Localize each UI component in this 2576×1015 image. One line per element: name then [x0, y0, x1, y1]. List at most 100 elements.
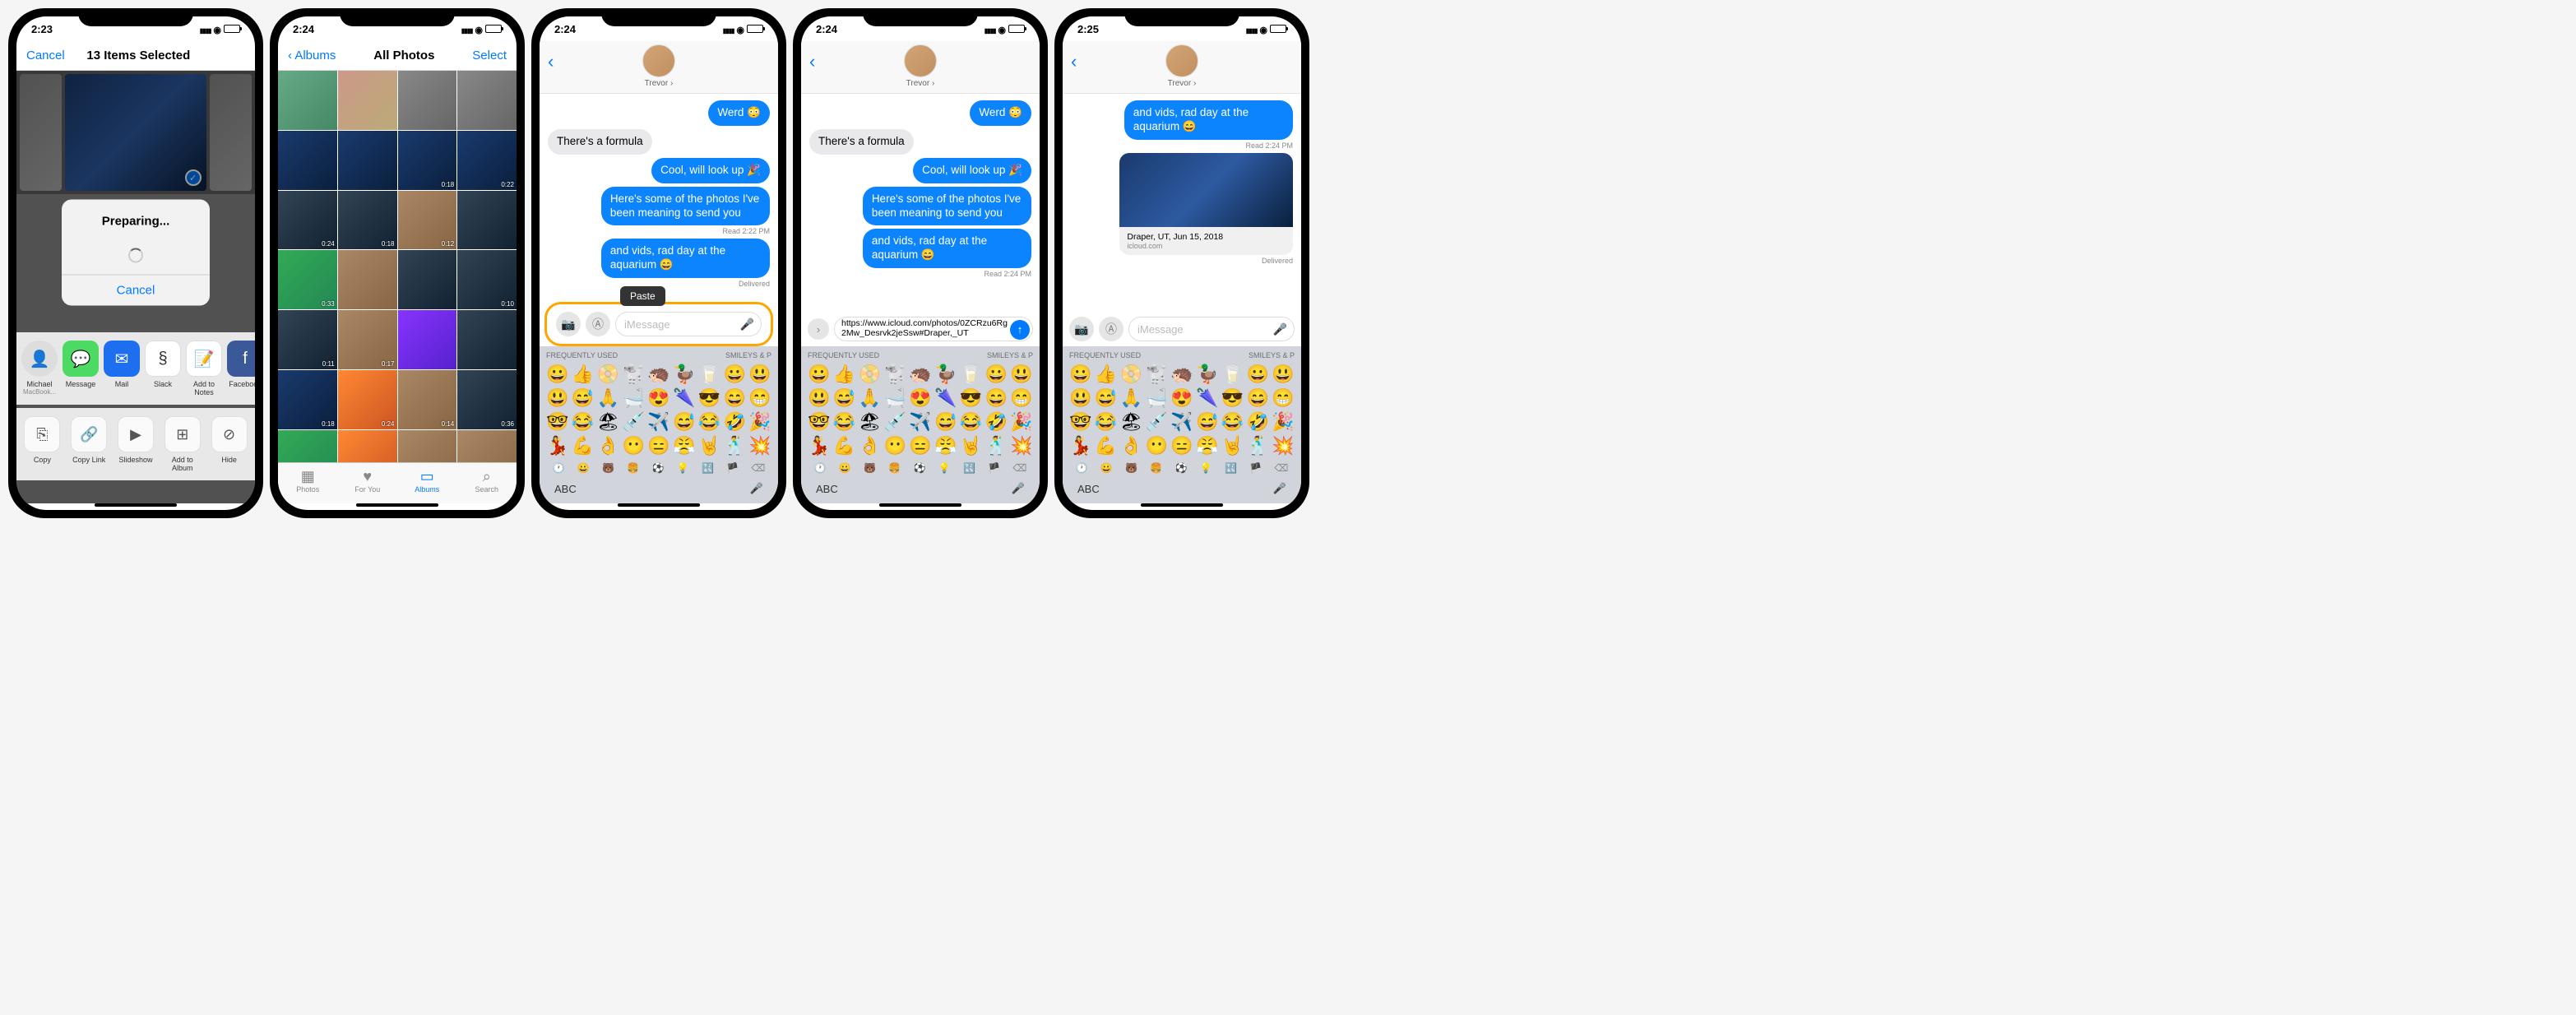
modal-cancel-button[interactable]: Cancel — [62, 274, 210, 305]
tab-foryou[interactable]: ♥For You — [338, 463, 398, 503]
abc-button[interactable]: ABC — [816, 483, 838, 495]
home-indicator[interactable] — [1141, 503, 1223, 507]
emoji-key[interactable]: 😂 — [698, 411, 721, 433]
emoji-key[interactable]: 🙏 — [1120, 387, 1143, 409]
emoji-key[interactable]: 😅 — [833, 387, 856, 409]
photo-cell[interactable] — [278, 430, 337, 463]
emoji-key[interactable]: 🦔 — [1170, 364, 1193, 385]
abc-button[interactable]: ABC — [1077, 483, 1100, 495]
mic-icon[interactable]: 🎤 — [1273, 322, 1287, 336]
emoji-key[interactable]: 💉 — [883, 411, 906, 433]
emoji-key[interactable]: 🙏 — [597, 387, 620, 409]
action-copy[interactable]: ⎘Copy — [21, 416, 63, 472]
emoji-key[interactable]: 😍 — [647, 387, 670, 409]
photo-cell[interactable]: 0:22 — [457, 131, 517, 190]
home-indicator[interactable] — [618, 503, 700, 507]
contact-avatar[interactable] — [642, 44, 675, 77]
photo-cell[interactable] — [398, 430, 457, 463]
emoji-key[interactable]: 😂 — [1221, 411, 1244, 433]
emoji-key[interactable]: 🕺 — [1246, 435, 1269, 457]
emoji-key[interactable]: 😁 — [1010, 387, 1033, 409]
emoji-key[interactable]: 😅 — [673, 411, 696, 433]
conversation[interactable]: Werd 😳 There's a formula Cool, will look… — [801, 94, 1040, 312]
emoji-categories[interactable]: 🕐😀🐻🍔⚽💡🔣🏴⌫ — [808, 459, 1033, 477]
emoji-key[interactable]: 😅 — [572, 387, 595, 409]
emoji-key[interactable]: 💪 — [833, 435, 856, 457]
photo-cell[interactable]: 0:11 — [278, 310, 337, 369]
photo-cell[interactable]: 0:17 — [338, 310, 397, 369]
home-indicator[interactable] — [879, 503, 961, 507]
emoji-key[interactable]: 😑 — [1170, 435, 1193, 457]
contact-avatar[interactable] — [904, 44, 937, 77]
emoji-key[interactable]: 📀 — [859, 364, 882, 385]
emoji-key[interactable]: 👌 — [597, 435, 620, 457]
emoji-key[interactable]: 😤 — [934, 435, 957, 457]
emoji-key[interactable]: 💥 — [748, 435, 771, 457]
emoji-key[interactable]: 😑 — [647, 435, 670, 457]
emoji-key[interactable]: 💥 — [1272, 435, 1295, 457]
share-facebook[interactable]: fFacebook — [227, 341, 255, 396]
contact-name[interactable]: Trevor › — [1063, 79, 1301, 88]
emoji-key[interactable]: 🦔 — [909, 364, 932, 385]
cancel-button[interactable]: Cancel — [26, 49, 65, 63]
mic-icon[interactable]: 🎤 — [740, 317, 754, 331]
emoji-key[interactable]: 💪 — [572, 435, 595, 457]
emoji-key[interactable]: 🐩 — [1145, 364, 1168, 385]
emoji-key[interactable]: 🤘 — [960, 435, 983, 457]
photo-cell[interactable] — [457, 310, 517, 369]
emoji-key[interactable]: 🥛 — [1221, 364, 1244, 385]
emoji-key[interactable]: 😀 — [546, 364, 569, 385]
expand-button[interactable]: › — [808, 318, 829, 340]
emoji-key[interactable]: ✈️ — [647, 411, 670, 433]
emoji-key[interactable]: 😎 — [1221, 387, 1244, 409]
emoji-key[interactable]: 😀 — [808, 364, 831, 385]
emoji-key[interactable]: 🦆 — [1196, 364, 1219, 385]
emoji-key[interactable]: 👍 — [1095, 364, 1118, 385]
photo-cell[interactable]: 0:24 — [278, 191, 337, 250]
emoji-key[interactable]: 😂 — [960, 411, 983, 433]
tab-search[interactable]: ⌕Search — [457, 463, 517, 503]
photo-cell[interactable]: 0:10 — [457, 250, 517, 309]
emoji-key[interactable]: 😃 — [1272, 364, 1295, 385]
emoji-key[interactable]: 🥛 — [698, 364, 721, 385]
emoji-key[interactable]: 🌂 — [1196, 387, 1219, 409]
emoji-key[interactable]: 🏖 — [859, 411, 882, 433]
emoji-key[interactable]: 💃 — [808, 435, 831, 457]
emoji-key[interactable]: 😃 — [546, 387, 569, 409]
emoji-key[interactable]: 🙏 — [859, 387, 882, 409]
emoji-key[interactable]: 😎 — [698, 387, 721, 409]
contact-name[interactable]: Trevor › — [540, 79, 778, 88]
dictate-button[interactable]: 🎤 — [750, 482, 763, 495]
emoji-key[interactable]: 😶 — [622, 435, 645, 457]
emoji-key[interactable]: 🤘 — [698, 435, 721, 457]
tab-albums[interactable]: ▭Albums — [397, 463, 457, 503]
emoji-key[interactable]: 😶 — [1145, 435, 1168, 457]
emoji-key[interactable]: 😃 — [748, 364, 771, 385]
emoji-key[interactable]: 💉 — [622, 411, 645, 433]
emoji-key[interactable]: 😁 — [748, 387, 771, 409]
camera-button[interactable]: 📷 — [556, 312, 581, 336]
emoji-key[interactable]: 👍 — [833, 364, 856, 385]
emoji-key[interactable]: 😎 — [960, 387, 983, 409]
message-input[interactable]: iMessage 🎤 — [1128, 317, 1295, 341]
emoji-key[interactable]: 😶 — [883, 435, 906, 457]
emoji-key[interactable]: 😂 — [833, 411, 856, 433]
emoji-key[interactable]: 🐩 — [622, 364, 645, 385]
emoji-key[interactable]: 😍 — [909, 387, 932, 409]
emoji-key[interactable]: 🏖 — [597, 411, 620, 433]
emoji-key[interactable]: 😂 — [1095, 411, 1118, 433]
emoji-key[interactable]: ✈️ — [1170, 411, 1193, 433]
photo-cell[interactable] — [457, 191, 517, 250]
emoji-categories[interactable]: 🕐😀🐻🍔⚽💡🔣🏴⌫ — [1069, 459, 1295, 477]
emoji-key[interactable]: 😑 — [909, 435, 932, 457]
airdrop-contact[interactable]: 👤 Michael MacBook... — [21, 341, 58, 396]
action-slideshow[interactable]: ▶Slideshow — [115, 416, 157, 472]
conversation[interactable]: and vids, rad day at the aquarium 😄 Read… — [1063, 94, 1301, 312]
photo-cell[interactable]: 0:18 — [278, 370, 337, 429]
emoji-key[interactable]: 😤 — [1196, 435, 1219, 457]
back-button[interactable]: ‹ — [548, 51, 554, 72]
photo-cell[interactable] — [338, 71, 397, 130]
emoji-key[interactable]: 😁 — [1272, 387, 1295, 409]
emoji-key[interactable]: 📀 — [1120, 364, 1143, 385]
emoji-key[interactable]: 👌 — [1120, 435, 1143, 457]
